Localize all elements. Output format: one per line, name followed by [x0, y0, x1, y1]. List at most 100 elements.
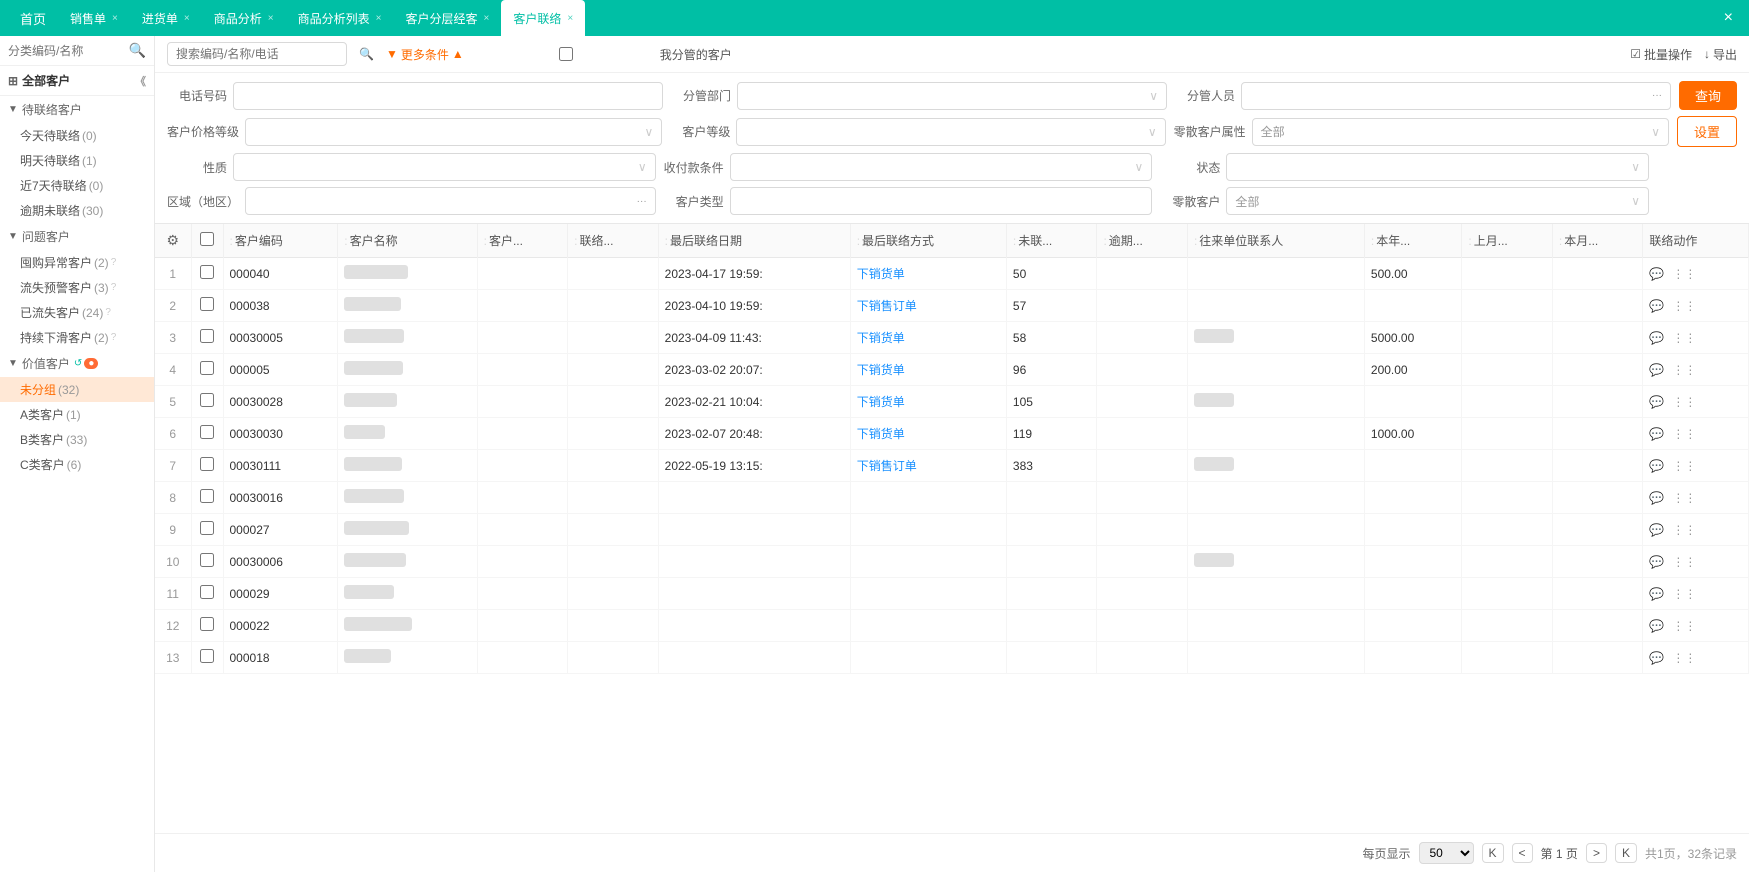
last-way-link[interactable]: 下销货单 — [857, 331, 905, 345]
chat-icon[interactable]: 💬 — [1649, 427, 1664, 441]
more-icon[interactable]: ⋮⋮ — [1672, 555, 1696, 569]
more-icon[interactable]: ⋮⋮ — [1672, 619, 1696, 633]
nature-dropdown[interactable]: ∨ — [233, 153, 656, 181]
chat-icon[interactable]: 💬 — [1649, 619, 1664, 633]
sidebar-item-tomorrow[interactable]: 明天待联络 (1) — [0, 148, 154, 173]
value-customers-group[interactable]: ▼ 价值客户 ↺ ● — [0, 350, 154, 377]
row-checkbox[interactable] — [200, 393, 214, 407]
sidebar-collapse-icon[interactable]: 《 — [135, 73, 146, 89]
last-way-link[interactable]: 下销货单 — [857, 267, 905, 281]
more-icon[interactable]: ⋮⋮ — [1672, 395, 1696, 409]
chat-icon[interactable]: 💬 — [1649, 651, 1664, 665]
sidebar-item-class-c[interactable]: C类客户 (6) — [0, 452, 154, 477]
more-icon[interactable]: ⋮⋮ — [1672, 459, 1696, 473]
row-checkbox[interactable] — [200, 297, 214, 311]
nav-tab-purchase[interactable]: 进货单 × — [130, 0, 202, 36]
sidebar-search-icon[interactable]: 🔍 — [129, 42, 146, 59]
problem-customers-group[interactable]: ▼ 问题客户 — [0, 223, 154, 250]
price-level-dropdown[interactable]: ∨ — [245, 118, 662, 146]
chat-icon[interactable]: 💬 — [1649, 459, 1664, 473]
row-checkbox[interactable] — [200, 585, 214, 599]
sidebar-item-declining[interactable]: 持续下滑客户 (2) ? — [0, 325, 154, 350]
retail-customer-dropdown[interactable]: 全部 ∨ — [1226, 187, 1649, 215]
close-segment-tab-icon[interactable]: × — [483, 13, 489, 24]
close-analysis-list-tab-icon[interactable]: × — [376, 13, 382, 24]
th-checkbox[interactable] — [191, 224, 223, 258]
retail-attr-dropdown[interactable]: 全部 ∨ — [1252, 118, 1669, 146]
page-size-select[interactable]: 50 100 200 — [1419, 842, 1474, 864]
customer-level-dropdown[interactable]: ∨ — [736, 118, 1165, 146]
payment-dropdown[interactable]: ∨ — [730, 153, 1153, 181]
more-icon[interactable]: ⋮⋮ — [1672, 427, 1696, 441]
last-page-btn[interactable]: K — [1615, 843, 1637, 863]
sidebar-item-today[interactable]: 今天待联络 (0) — [0, 123, 154, 148]
more-icon[interactable]: ⋮⋮ — [1672, 363, 1696, 377]
last-way-link[interactable]: 下销售订单 — [857, 299, 917, 313]
dept-dropdown[interactable]: ∨ — [737, 82, 1167, 110]
sidebar-item-abnormal[interactable]: 囤购异常客户 (2) ? — [0, 250, 154, 275]
export-btn[interactable]: ↓ 导出 — [1704, 46, 1737, 63]
close-analysis-tab-icon[interactable]: × — [268, 13, 274, 24]
next-page-btn[interactable]: > — [1586, 843, 1607, 863]
search-input[interactable] — [167, 42, 347, 66]
last-way-link[interactable]: 下销货单 — [857, 395, 905, 409]
nav-tab-analysis-list[interactable]: 商品分析列表 × — [286, 0, 394, 36]
query-button[interactable]: 查询 — [1679, 81, 1737, 110]
select-all-checkbox[interactable] — [200, 232, 214, 246]
sidebar-item-7days[interactable]: 近7天待联络 (0) — [0, 173, 154, 198]
chat-icon[interactable]: 💬 — [1649, 395, 1664, 409]
filter-search-icon[interactable]: 🔍 — [359, 47, 374, 61]
row-checkbox[interactable] — [200, 649, 214, 663]
close-contact-tab-icon[interactable]: × — [567, 13, 573, 24]
settings-icon[interactable]: ⚙ — [166, 232, 179, 248]
chat-icon[interactable]: 💬 — [1649, 523, 1664, 537]
more-icon[interactable]: ⋮⋮ — [1672, 331, 1696, 345]
nav-home[interactable]: 首页 — [8, 9, 58, 28]
last-way-link[interactable]: 下销售订单 — [857, 459, 917, 473]
last-way-link[interactable]: 下销货单 — [857, 427, 905, 441]
sidebar-item-overdue[interactable]: 逾期未联络 (30) — [0, 198, 154, 223]
sidebar-item-class-a[interactable]: A类客户 (1) — [0, 402, 154, 427]
customer-type-input[interactable] — [730, 187, 1153, 215]
region-dots[interactable]: ··· — [245, 187, 656, 215]
more-icon[interactable]: ⋮⋮ — [1672, 523, 1696, 537]
my-customers-check[interactable] — [476, 47, 656, 61]
close-purchase-tab-icon[interactable]: × — [184, 13, 190, 24]
my-customers-checkbox[interactable]: 我分管的客户 — [476, 46, 732, 63]
row-checkbox[interactable] — [200, 617, 214, 631]
chat-icon[interactable]: 💬 — [1649, 299, 1664, 313]
more-icon[interactable]: ⋮⋮ — [1672, 299, 1696, 313]
row-checkbox[interactable] — [200, 265, 214, 279]
last-way-link[interactable]: 下销货单 — [857, 363, 905, 377]
sidebar-search-input[interactable] — [8, 44, 129, 58]
row-checkbox[interactable] — [200, 457, 214, 471]
more-icon[interactable]: ⋮⋮ — [1672, 587, 1696, 601]
batch-op-btn[interactable]: ☑ 批量操作 — [1630, 46, 1692, 63]
reset-button[interactable]: 设置 — [1677, 116, 1737, 147]
nav-tab-customer-segment[interactable]: 客户分层经客 × — [393, 0, 501, 36]
chat-icon[interactable]: 💬 — [1649, 363, 1664, 377]
more-conditions-btn[interactable]: ▼ 更多条件 ▲ — [386, 46, 464, 63]
row-checkbox[interactable] — [200, 329, 214, 343]
chat-icon[interactable]: 💬 — [1649, 331, 1664, 345]
chat-icon[interactable]: 💬 — [1649, 491, 1664, 505]
more-icon[interactable]: ⋮⋮ — [1672, 651, 1696, 665]
row-checkbox[interactable] — [200, 489, 214, 503]
global-close-icon[interactable]: × — [1716, 9, 1741, 27]
prev-page-btn[interactable]: < — [1512, 843, 1533, 863]
sidebar-item-churn-warning[interactable]: 流失预警客户 (3) ? — [0, 275, 154, 300]
close-sales-tab-icon[interactable]: × — [112, 13, 118, 24]
sidebar-item-ungrouped[interactable]: 未分组 (32) — [0, 377, 154, 402]
sidebar-item-class-b[interactable]: B类客户 (33) — [0, 427, 154, 452]
first-page-btn[interactable]: K — [1482, 843, 1504, 863]
chat-icon[interactable]: 💬 — [1649, 587, 1664, 601]
row-checkbox[interactable] — [200, 425, 214, 439]
th-settings[interactable]: ⚙ — [155, 224, 191, 258]
pending-contact-group[interactable]: ▼ 待联络客户 — [0, 96, 154, 123]
row-checkbox[interactable] — [200, 521, 214, 535]
sidebar-item-churned[interactable]: 已流失客户 (24) ? — [0, 300, 154, 325]
chat-icon[interactable]: 💬 — [1649, 555, 1664, 569]
nav-tab-customer-contact[interactable]: 客户联络 × — [501, 0, 585, 36]
manager-dots[interactable]: ··· — [1241, 82, 1671, 110]
row-checkbox[interactable] — [200, 553, 214, 567]
